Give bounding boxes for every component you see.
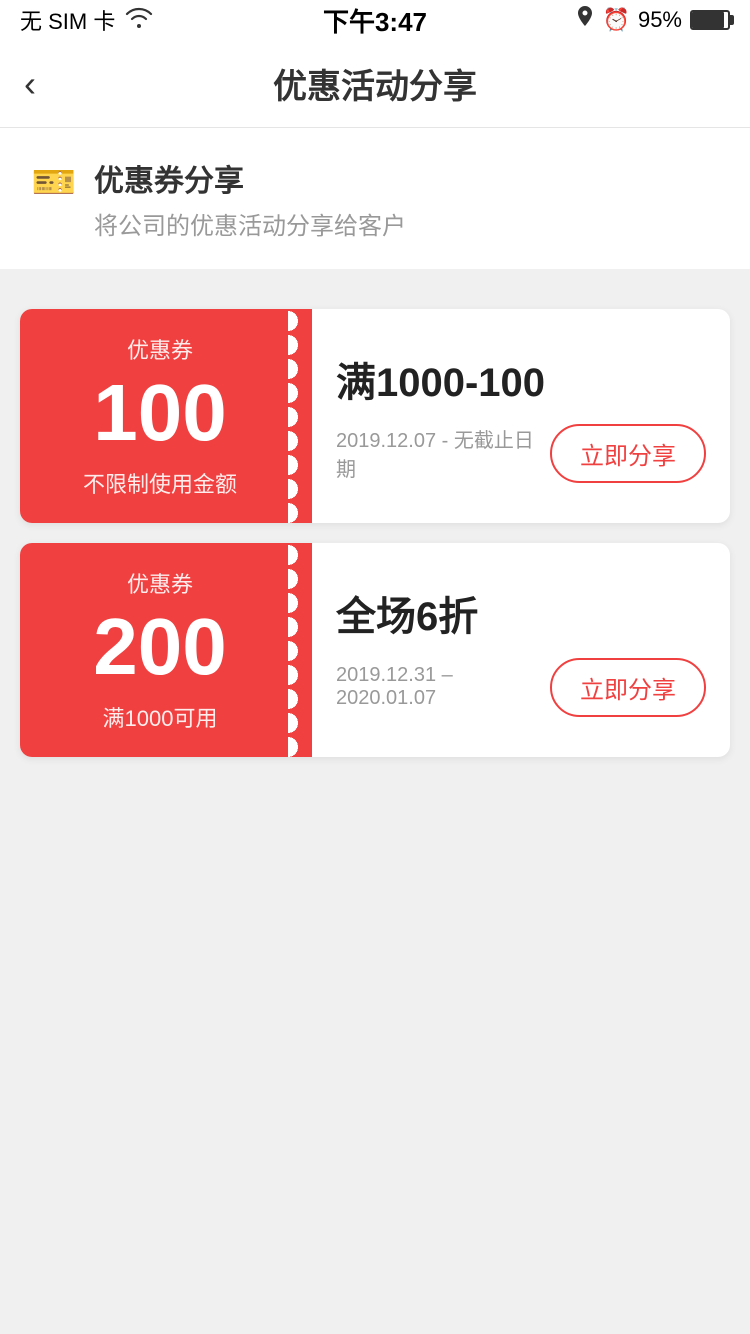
section-subtitle: 将公司的优惠活动分享给客户 — [94, 206, 406, 241]
share-button-1[interactable]: 立即分享 — [550, 424, 706, 483]
gray-gap — [0, 269, 750, 289]
section-title: 优惠券分享 — [94, 156, 406, 200]
coupon-left-2: 优惠券 200 满1000可用 — [20, 543, 300, 757]
back-button[interactable]: ‹ — [24, 66, 36, 102]
alarm-icon: ⏰ — [603, 7, 630, 33]
nav-title: 优惠活动分享 — [273, 59, 477, 108]
coupon-right-1: 满1000-100 2019.12.07 - 无截止日期 立即分享 — [300, 309, 730, 523]
main-content: 优惠券 100 不限制使用金额 满1000-100 2019.12.07 - 无… — [0, 309, 750, 1009]
status-bar: 无 SIM 卡 下午3:47 ⏰ 95% — [0, 0, 750, 40]
wifi-icon — [125, 6, 153, 34]
coupon-card-2: 优惠券 200 满1000可用 全场6折 2019.12.31 – 2020.0… — [20, 543, 730, 757]
coupon-card: 优惠券 100 不限制使用金额 满1000-100 2019.12.07 - 无… — [20, 309, 730, 523]
coupon-name-2: 全场6折 — [336, 584, 706, 642]
status-right: ⏰ 95% — [575, 6, 730, 34]
coupon-bottom-1: 2019.12.07 - 无截止日期 立即分享 — [336, 424, 706, 483]
coupon-amount-2: 200 — [93, 607, 226, 687]
carrier-text: 无 SIM 卡 — [20, 4, 115, 36]
coupon-share-icon: 🎫 — [30, 158, 78, 206]
coupon-condition-2: 满1000可用 — [103, 701, 218, 733]
coupon-date-1: 2019.12.07 - 无截止日期 — [336, 424, 550, 482]
nav-bar: ‹ 优惠活动分享 — [0, 40, 750, 128]
coupon-type-1: 优惠券 — [127, 333, 193, 365]
coupon-list: 优惠券 100 不限制使用金额 满1000-100 2019.12.07 - 无… — [0, 309, 750, 787]
location-icon — [575, 6, 595, 34]
coupon-amount-1: 100 — [93, 373, 226, 453]
status-time: 下午3:47 — [323, 2, 427, 39]
coupon-condition-1: 不限制使用金额 — [83, 467, 237, 499]
coupon-date-2: 2019.12.31 – 2020.01.07 — [336, 664, 550, 710]
coupon-right-2: 全场6折 2019.12.31 – 2020.01.07 立即分享 — [300, 543, 730, 757]
coupon-bottom-2: 2019.12.31 – 2020.01.07 立即分享 — [336, 658, 706, 717]
status-left: 无 SIM 卡 — [20, 4, 153, 36]
coupon-left-1: 优惠券 100 不限制使用金额 — [20, 309, 300, 523]
share-button-2[interactable]: 立即分享 — [550, 658, 706, 717]
battery-text: 95% — [638, 7, 682, 33]
coupon-type-2: 优惠券 — [127, 567, 193, 599]
battery-icon — [690, 10, 730, 30]
coupon-name-1: 满1000-100 — [336, 350, 706, 408]
section-text: 优惠券分享 将公司的优惠活动分享给客户 — [94, 156, 406, 241]
section-header: 🎫 优惠券分享 将公司的优惠活动分享给客户 — [0, 128, 750, 269]
